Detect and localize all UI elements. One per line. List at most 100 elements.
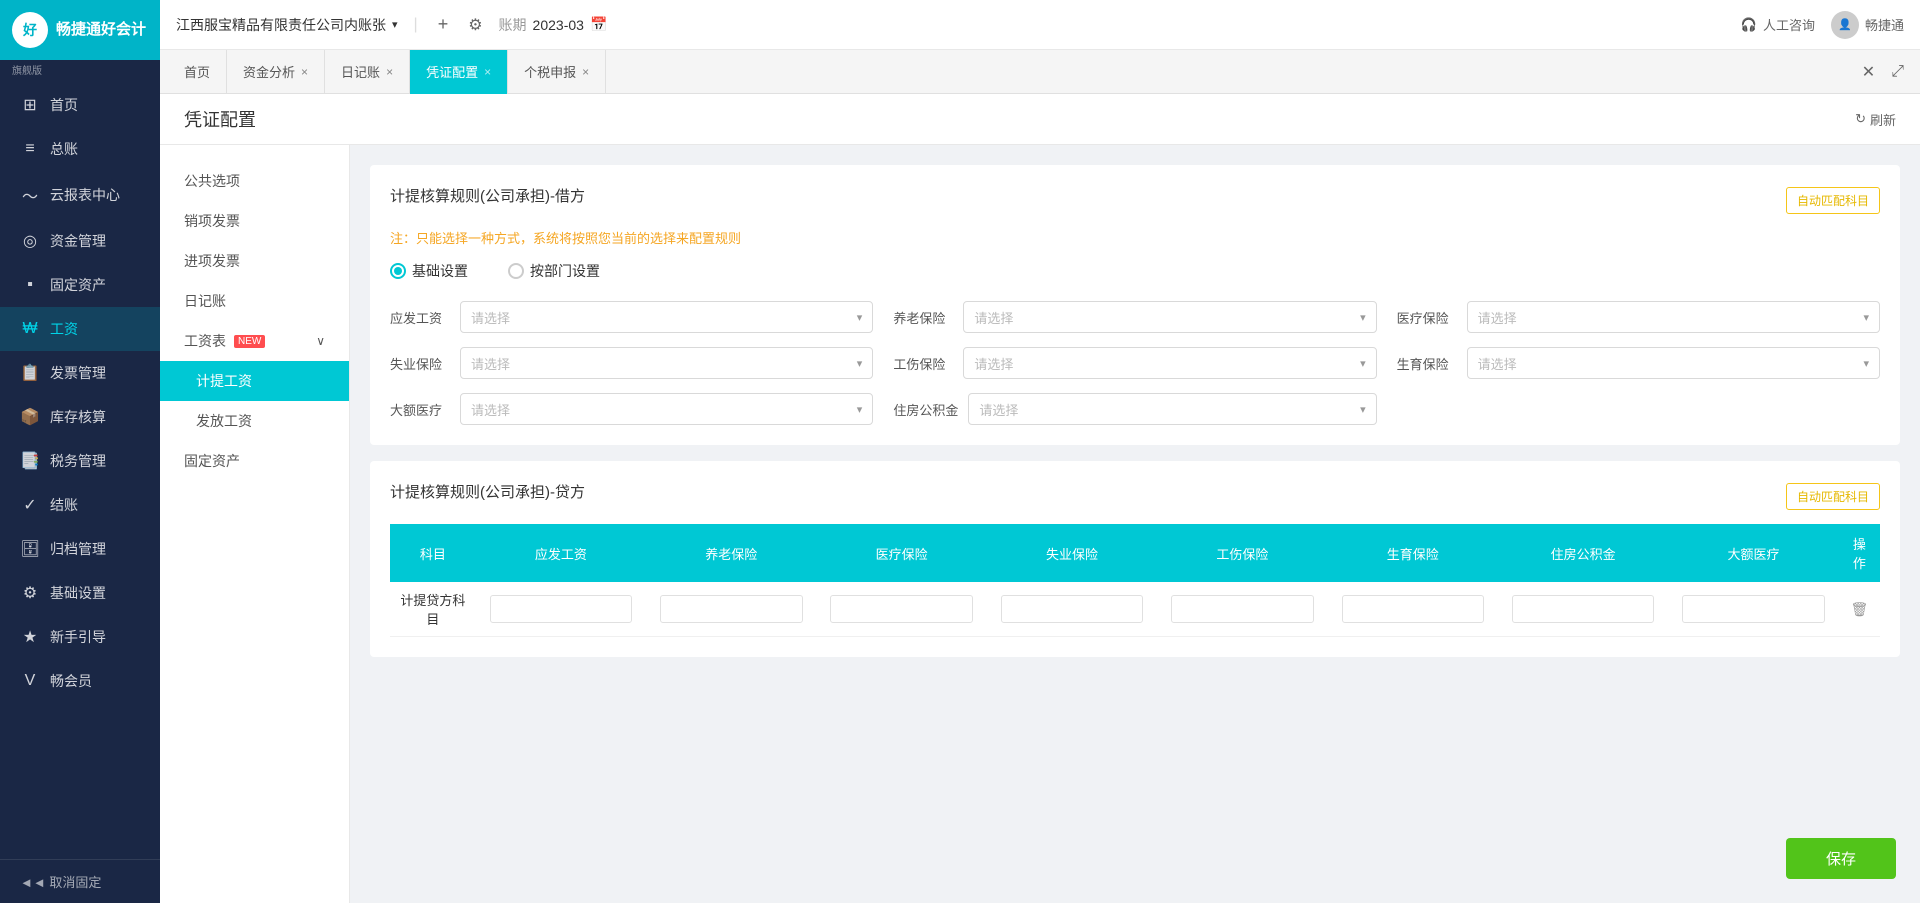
chevron-down-icon: ▾ — [1863, 357, 1869, 370]
sidebar-item-tax[interactable]: 📑 税务管理 — [0, 439, 160, 483]
refresh-icon: ↻ — [1855, 111, 1866, 127]
sidebar: 好 畅捷通好会计 旗舰版 ⊞ 首页 ≡ 总账 〜 云报表中心 ◎ 资金管理 ▪ … — [0, 0, 160, 903]
sidebar-item-close[interactable]: ✓ 结账 — [0, 483, 160, 527]
sidebar-item-cloud-report[interactable]: 〜 云报表中心 — [0, 171, 160, 219]
sidebar-item-home[interactable]: ⊞ 首页 — [0, 83, 160, 127]
auto-match-credit-button[interactable]: 自动匹配科目 — [1786, 483, 1880, 510]
sidebar-item-label: 总账 — [50, 139, 78, 159]
input-housing-fund[interactable] — [1512, 595, 1655, 623]
sidebar-unpin-button[interactable]: ◄◄ 取消固定 — [0, 859, 160, 903]
refresh-button[interactable]: ↻ 刷新 — [1855, 110, 1896, 129]
col-housing-fund: 住房公积金 — [1498, 524, 1668, 582]
sidebar-item-settings[interactable]: ⚙ 基础设置 — [0, 571, 160, 615]
sidebar-item-fixed-asset[interactable]: ▪ 固定资产 — [0, 263, 160, 307]
input-pension[interactable] — [660, 595, 803, 623]
left-menu-purchase-invoice[interactable]: 进项发票 — [160, 241, 349, 281]
left-menu-sales-invoice[interactable]: 销项发票 — [160, 201, 349, 241]
sidebar-item-ledger[interactable]: ≡ 总账 — [0, 127, 160, 171]
left-menu-payroll-accrual[interactable]: 计提工资 — [160, 361, 349, 401]
tab-label: 个税申报 — [524, 62, 576, 81]
save-button-area: 保存 — [1786, 838, 1896, 879]
left-menu-payroll-payment[interactable]: 发放工资 — [160, 401, 349, 441]
tab-label: 日记账 — [341, 62, 380, 81]
company-selector[interactable]: 江西服宝精品有限责任公司内账张 ▾ — [176, 15, 398, 35]
close-tab-icon[interactable]: × — [386, 65, 393, 79]
col-action: 操作 — [1839, 524, 1880, 582]
tab-journal[interactable]: 日记账 × — [325, 50, 410, 94]
chevron-down-icon: ▾ — [1360, 311, 1366, 324]
input-large-medical[interactable] — [1682, 595, 1825, 623]
tab-actions: ✕ ⤢ — [1858, 62, 1920, 82]
close-tab-icon[interactable]: × — [582, 65, 589, 79]
close-window-button[interactable]: ✕ — [1858, 62, 1879, 82]
tab-tax-filing[interactable]: 个税申报 × — [508, 50, 606, 94]
save-button[interactable]: 保存 — [1786, 838, 1896, 879]
period-value: 2023-03 — [533, 17, 584, 33]
sidebar-item-vip[interactable]: V 畅会员 — [0, 659, 160, 703]
chevron-down-icon: ▾ — [1360, 403, 1366, 416]
work-injury-select[interactable]: 请选择 ▾ — [963, 347, 1376, 379]
pension-select[interactable]: 请选择 ▾ — [963, 301, 1376, 333]
left-menu: 公共选项 销项发票 进项发票 日记账 工资表 NEW ∨ — [160, 145, 350, 903]
period-selector[interactable]: 账期 2023-03 📅 — [499, 15, 608, 35]
input-basic-salary[interactable] — [490, 595, 633, 623]
sidebar-item-invoice[interactable]: 📋 发票管理 — [0, 351, 160, 395]
left-menu-label: 发放工资 — [196, 411, 252, 431]
section1-header: 计提核算规则(公司承担)-借方 自动匹配科目 — [390, 185, 1880, 216]
housing-fund-select[interactable]: 请选择 ▾ — [968, 393, 1376, 425]
radio-basic-circle — [390, 263, 406, 279]
user-name: 畅捷通 — [1865, 15, 1904, 34]
tab-fund-analysis[interactable]: 资金分析 × — [227, 50, 325, 94]
field-maternity: 生育保险 请选择 ▾ — [1397, 347, 1880, 379]
large-medical-select[interactable]: 请选择 ▾ — [460, 393, 873, 425]
field-basic-salary: 应发工资 请选择 ▾ — [390, 301, 873, 333]
table-row: 计提贷方科目 🗑 — [390, 582, 1880, 637]
divider: | — [414, 16, 418, 34]
col-medical: 医疗保险 — [817, 524, 987, 582]
tab-voucher-config[interactable]: 凭证配置 × — [410, 50, 508, 94]
add-icon[interactable]: + — [434, 14, 453, 35]
sidebar-item-guide[interactable]: ★ 新手引导 — [0, 615, 160, 659]
sidebar-item-label: 工资 — [50, 319, 78, 339]
left-menu-label: 销项发票 — [184, 211, 240, 231]
user-menu[interactable]: 👤 畅捷通 — [1831, 11, 1904, 39]
left-menu-fixed-asset[interactable]: 固定资产 — [160, 441, 349, 481]
sidebar-item-salary[interactable]: ₩ 工资 — [0, 307, 160, 351]
row-label: 计提贷方科目 — [390, 582, 476, 637]
close-tab-icon[interactable]: × — [484, 65, 491, 79]
sidebar-item-archive[interactable]: 🗄 归档管理 — [0, 527, 160, 571]
sidebar-item-inventory[interactable]: 📦 库存核算 — [0, 395, 160, 439]
expand-window-button[interactable]: ⤢ — [1887, 63, 1908, 81]
service-button[interactable]: 🎧 人工咨询 — [1741, 15, 1815, 34]
sidebar-item-fund[interactable]: ◎ 资金管理 — [0, 219, 160, 263]
radio-basic[interactable]: 基础设置 — [390, 261, 468, 281]
left-menu-journal[interactable]: 日记账 — [160, 281, 349, 321]
auto-match-debit-button[interactable]: 自动匹配科目 — [1786, 187, 1880, 214]
sidebar-item-label: 畅会员 — [50, 671, 92, 691]
content-header: 凭证配置 ↻ 刷新 — [160, 94, 1920, 145]
input-work-injury[interactable] — [1171, 595, 1314, 623]
medical-select[interactable]: 请选择 ▾ — [1467, 301, 1880, 333]
unemployment-select[interactable]: 请选择 ▾ — [460, 347, 873, 379]
input-medical[interactable] — [830, 595, 973, 623]
invoice-icon: 📋 — [20, 363, 40, 383]
chevron-down-icon: ▾ — [1360, 357, 1366, 370]
headset-icon: 🎧 — [1741, 17, 1757, 33]
input-maternity[interactable] — [1342, 595, 1485, 623]
sidebar-item-label: 基础设置 — [50, 583, 106, 603]
left-menu-label: 固定资产 — [184, 451, 240, 471]
maternity-select[interactable]: 请选择 ▾ — [1467, 347, 1880, 379]
section1-card: 计提核算规则(公司承担)-借方 自动匹配科目 注：只能选择一种方式，系统将按照您… — [370, 165, 1900, 445]
basic-salary-select[interactable]: 请选择 ▾ — [460, 301, 873, 333]
left-menu-payroll-sheet[interactable]: 工资表 NEW ∨ — [160, 321, 349, 361]
ledger-icon: ≡ — [20, 140, 40, 158]
field-label: 大额医疗 — [390, 400, 450, 419]
radio-by-dept[interactable]: 按部门设置 — [508, 261, 600, 281]
tab-home[interactable]: 首页 — [168, 50, 227, 94]
gear-icon[interactable]: ⚙ — [464, 15, 486, 35]
input-unemployment[interactable] — [1001, 595, 1144, 623]
delete-row-icon[interactable]: 🗑 — [1850, 601, 1868, 617]
left-menu-public[interactable]: 公共选项 — [160, 161, 349, 201]
close-tab-icon[interactable]: × — [301, 65, 308, 79]
col-subject: 科目 — [390, 524, 476, 582]
